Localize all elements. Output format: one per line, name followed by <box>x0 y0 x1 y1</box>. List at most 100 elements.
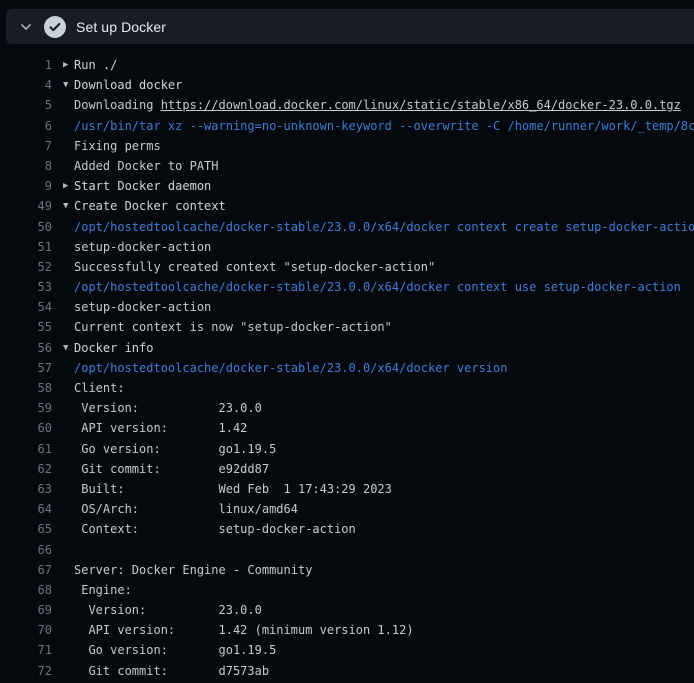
line-number-link[interactable]: 9 <box>0 176 52 196</box>
log-line: 9▶Start Docker daemon <box>0 176 694 196</box>
check-circle-icon <box>44 16 66 38</box>
log-line: 6/usr/bin/tar xz --warning=no-unknown-ke… <box>0 116 694 136</box>
line-number-link[interactable]: 61 <box>0 439 52 459</box>
line-number-link[interactable]: 70 <box>0 620 52 640</box>
group-collapse-icon[interactable]: ▼ <box>52 196 74 216</box>
log-line: 49▼Create Docker context <box>0 196 694 216</box>
log-line: 68 Engine: <box>0 580 694 600</box>
line-number-link[interactable]: 52 <box>0 257 52 277</box>
log-text: Context: setup-docker-action <box>74 519 356 539</box>
line-number-link[interactable]: 53 <box>0 277 52 297</box>
line-number-link[interactable]: 63 <box>0 479 52 499</box>
log-text: Downloading <box>74 95 161 115</box>
log-line: 53/opt/hostedtoolcache/docker-stable/23.… <box>0 277 694 297</box>
log-line: 5 Downloading https://download.docker.com… <box>0 95 694 115</box>
log-text: Current context is now "setup-docker-act… <box>74 317 392 337</box>
step-header[interactable]: Set up Docker <box>6 9 694 44</box>
line-number-link[interactable]: 71 <box>0 640 52 660</box>
marker-spacer <box>52 519 74 539</box>
group-title[interactable]: Start Docker daemon <box>74 176 211 196</box>
marker-spacer <box>52 439 74 459</box>
line-number-link[interactable]: 56 <box>0 338 52 358</box>
marker-spacer <box>52 378 74 398</box>
log-text: Built: Wed Feb 1 17:43:29 2023 <box>74 479 392 499</box>
step-title: Set up Docker <box>76 19 166 35</box>
log-line: 60 API version: 1.42 <box>0 418 694 438</box>
marker-spacer <box>52 540 74 560</box>
log-container: 1▶Run ./4▼Download docker5Downloading ht… <box>0 55 694 681</box>
log-line: 62 Git commit: e92dd87 <box>0 459 694 479</box>
line-number-link[interactable]: 58 <box>0 378 52 398</box>
line-number-link[interactable]: 59 <box>0 398 52 418</box>
group-collapse-icon[interactable]: ▼ <box>52 338 74 358</box>
line-number-link[interactable]: 69 <box>0 600 52 620</box>
log-line: 54setup-docker-action <box>0 297 694 317</box>
log-text: Engine: <box>74 580 132 600</box>
line-number-link[interactable]: 54 <box>0 297 52 317</box>
marker-spacer <box>52 479 74 499</box>
log-line: 69 Version: 23.0.0 <box>0 600 694 620</box>
line-number-link[interactable]: 64 <box>0 499 52 519</box>
line-number-link[interactable]: 49 <box>0 196 52 216</box>
log-text: OS/Arch: linux/amd64 <box>74 499 298 519</box>
log-text: Git commit: d7573ab <box>74 661 269 681</box>
log-link[interactable]: https://download.docker.com/linux/static… <box>161 95 681 115</box>
marker-spacer <box>52 459 74 479</box>
marker-spacer <box>52 136 74 156</box>
line-number-link[interactable]: 5 <box>0 95 52 115</box>
log-line: 58Client: <box>0 378 694 398</box>
command-text: /usr/bin/tar xz --warning=no-unknown-key… <box>74 116 694 136</box>
line-number-link[interactable]: 55 <box>0 317 52 337</box>
line-number-link[interactable]: 57 <box>0 358 52 378</box>
log-text: Version: 23.0.0 <box>74 600 262 620</box>
line-number-link[interactable]: 72 <box>0 661 52 681</box>
log-line: 72 Git commit: d7573ab <box>0 661 694 681</box>
group-expand-icon[interactable]: ▶ <box>52 55 74 75</box>
group-title[interactable]: Download docker <box>74 75 182 95</box>
log-text: Version: 23.0.0 <box>74 398 262 418</box>
command-text: /opt/hostedtoolcache/docker-stable/23.0.… <box>74 217 694 237</box>
log-line: 65 Context: setup-docker-action <box>0 519 694 539</box>
chevron-down-icon[interactable] <box>18 19 34 35</box>
log-text: Successfully created context "setup-dock… <box>74 257 435 277</box>
line-number-link[interactable]: 62 <box>0 459 52 479</box>
log-line: 61 Go version: go1.19.5 <box>0 439 694 459</box>
line-number-link[interactable]: 4 <box>0 75 52 95</box>
line-number-link[interactable]: 65 <box>0 519 52 539</box>
log-line: 52 Successfully created context "setup-do… <box>0 257 694 277</box>
marker-spacer <box>52 297 74 317</box>
line-number-link[interactable]: 7 <box>0 136 52 156</box>
log-line: 64 OS/Arch: linux/amd64 <box>0 499 694 519</box>
marker-spacer <box>52 317 74 337</box>
marker-spacer <box>52 156 74 176</box>
log-line: 59 Version: 23.0.0 <box>0 398 694 418</box>
log-line: 63 Built: Wed Feb 1 17:43:29 2023 <box>0 479 694 499</box>
line-number-link[interactable]: 1 <box>0 55 52 75</box>
log-line: 66 <box>0 540 694 560</box>
line-number-link[interactable]: 68 <box>0 580 52 600</box>
line-number-link[interactable]: 67 <box>0 560 52 580</box>
marker-spacer <box>52 499 74 519</box>
line-number-link[interactable]: 50 <box>0 217 52 237</box>
log-line: 67Server: Docker Engine - Community <box>0 560 694 580</box>
log-text: Added Docker to PATH <box>74 156 219 176</box>
line-number-link[interactable]: 66 <box>0 540 52 560</box>
marker-spacer <box>52 580 74 600</box>
group-title[interactable]: Docker info <box>74 338 153 358</box>
log-text: Git commit: e92dd87 <box>74 459 269 479</box>
command-text: /opt/hostedtoolcache/docker-stable/23.0.… <box>74 358 507 378</box>
line-number-link[interactable]: 6 <box>0 116 52 136</box>
marker-spacer <box>52 277 74 297</box>
log-line: 4▼Download docker <box>0 75 694 95</box>
log-line: 70 API version: 1.42 (minimum version 1.… <box>0 620 694 640</box>
group-expand-icon[interactable]: ▶ <box>52 176 74 196</box>
line-number-link[interactable]: 51 <box>0 237 52 257</box>
marker-spacer <box>52 237 74 257</box>
group-title[interactable]: Create Docker context <box>74 196 226 216</box>
group-title[interactable]: Run ./ <box>74 55 117 75</box>
line-number-link[interactable]: 8 <box>0 156 52 176</box>
group-collapse-icon[interactable]: ▼ <box>52 75 74 95</box>
marker-spacer <box>52 95 74 115</box>
line-number-link[interactable]: 60 <box>0 418 52 438</box>
marker-spacer <box>52 661 74 681</box>
